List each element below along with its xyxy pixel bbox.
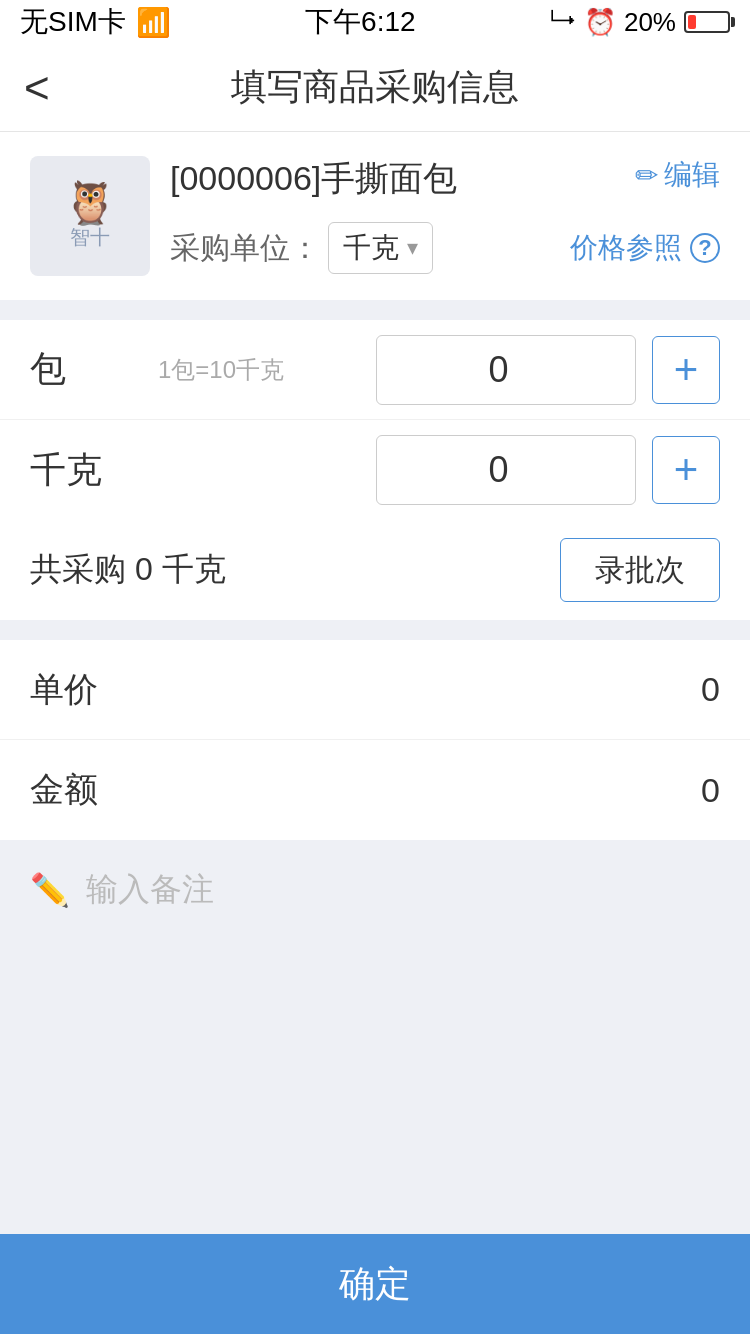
nav-bar: < 填写商品采购信息: [0, 44, 750, 132]
product-name: [0000006]手撕面包: [170, 156, 457, 202]
unit-select[interactable]: 千克 ▾: [328, 222, 433, 274]
alarm-icon: ⏰: [584, 7, 616, 38]
summary-text: 共采购 0 千克: [30, 548, 226, 592]
kg-input-row: 千克 +: [0, 420, 750, 520]
product-logo-text: 智十: [70, 224, 110, 251]
amount-label: 金额: [30, 767, 98, 813]
carrier-text: 无SIM卡: [20, 3, 126, 41]
product-name-row: [0000006]手撕面包 ✏ 编辑: [170, 156, 720, 202]
bao-quantity-input[interactable]: [376, 335, 636, 405]
edit-button[interactable]: ✏ 编辑: [635, 156, 720, 194]
price-section: 单价 0 金额 0: [0, 640, 750, 840]
pencil-icon: ✏️: [30, 871, 70, 909]
chevron-down-icon: ▾: [407, 235, 418, 261]
unit-price-label: 单价: [30, 667, 98, 713]
price-ref-label: 价格参照: [570, 229, 682, 267]
price-ref-button[interactable]: 价格参照 ?: [570, 229, 720, 267]
kg-quantity-input[interactable]: [376, 435, 636, 505]
kg-input-wrap: +: [150, 435, 720, 505]
time-text: 下午6:12: [305, 3, 416, 41]
question-icon: ?: [690, 233, 720, 263]
confirm-button[interactable]: 确定: [0, 1234, 750, 1334]
location-icon: ⮡: [550, 7, 576, 38]
amount-row: 金额 0: [0, 740, 750, 840]
status-bar: 无SIM卡 📶 下午6:12 ⮡ ⏰ 20%: [0, 0, 750, 44]
product-image: 🦉 智十: [30, 156, 150, 276]
kg-label: 千克: [30, 446, 150, 495]
back-button[interactable]: <: [24, 66, 50, 110]
unit-value: 千克: [343, 229, 399, 267]
bao-input-wrap: +: [284, 335, 720, 405]
purchase-unit-label: 采购单位：: [170, 228, 320, 269]
bao-sublabel: 1包=10千克: [158, 354, 284, 386]
separator-2: [0, 620, 750, 640]
separator-1: [0, 300, 750, 320]
bao-input-row: 包 1包=10千克 +: [0, 320, 750, 420]
page-title: 填写商品采购信息: [231, 63, 519, 112]
bao-label: 包: [30, 345, 150, 394]
notes-placeholder: 输入备注: [86, 868, 214, 912]
content-spacer: [0, 940, 750, 1240]
unit-price-value: 0: [701, 670, 720, 709]
product-card: 🦉 智十 [0000006]手撕面包 ✏ 编辑 采购单位： 千克: [0, 132, 750, 300]
bao-plus-button[interactable]: +: [652, 336, 720, 404]
wifi-icon: 📶: [136, 6, 171, 39]
notes-section[interactable]: ✏️ 输入备注: [0, 840, 750, 940]
status-right: ⮡ ⏰ 20%: [550, 7, 730, 38]
product-logo-icon: 🦉: [64, 182, 116, 224]
battery-percent: 20%: [624, 7, 676, 38]
edit-icon: ✏: [635, 159, 658, 192]
kg-plus-button[interactable]: +: [652, 436, 720, 504]
edit-label: 编辑: [664, 156, 720, 194]
unit-price-row: 单价 0: [0, 640, 750, 740]
battery-icon: [684, 11, 730, 33]
input-section: 包 1包=10千克 + 千克 +: [0, 320, 750, 520]
batch-button[interactable]: 录批次: [560, 538, 720, 602]
amount-value: 0: [701, 771, 720, 810]
status-left: 无SIM卡 📶: [20, 3, 171, 41]
product-info: [0000006]手撕面包 ✏ 编辑 采购单位： 千克 ▾: [170, 156, 720, 274]
summary-row: 共采购 0 千克 录批次: [0, 520, 750, 620]
purchase-unit-row: 采购单位： 千克 ▾ 价格参照 ?: [170, 222, 720, 274]
